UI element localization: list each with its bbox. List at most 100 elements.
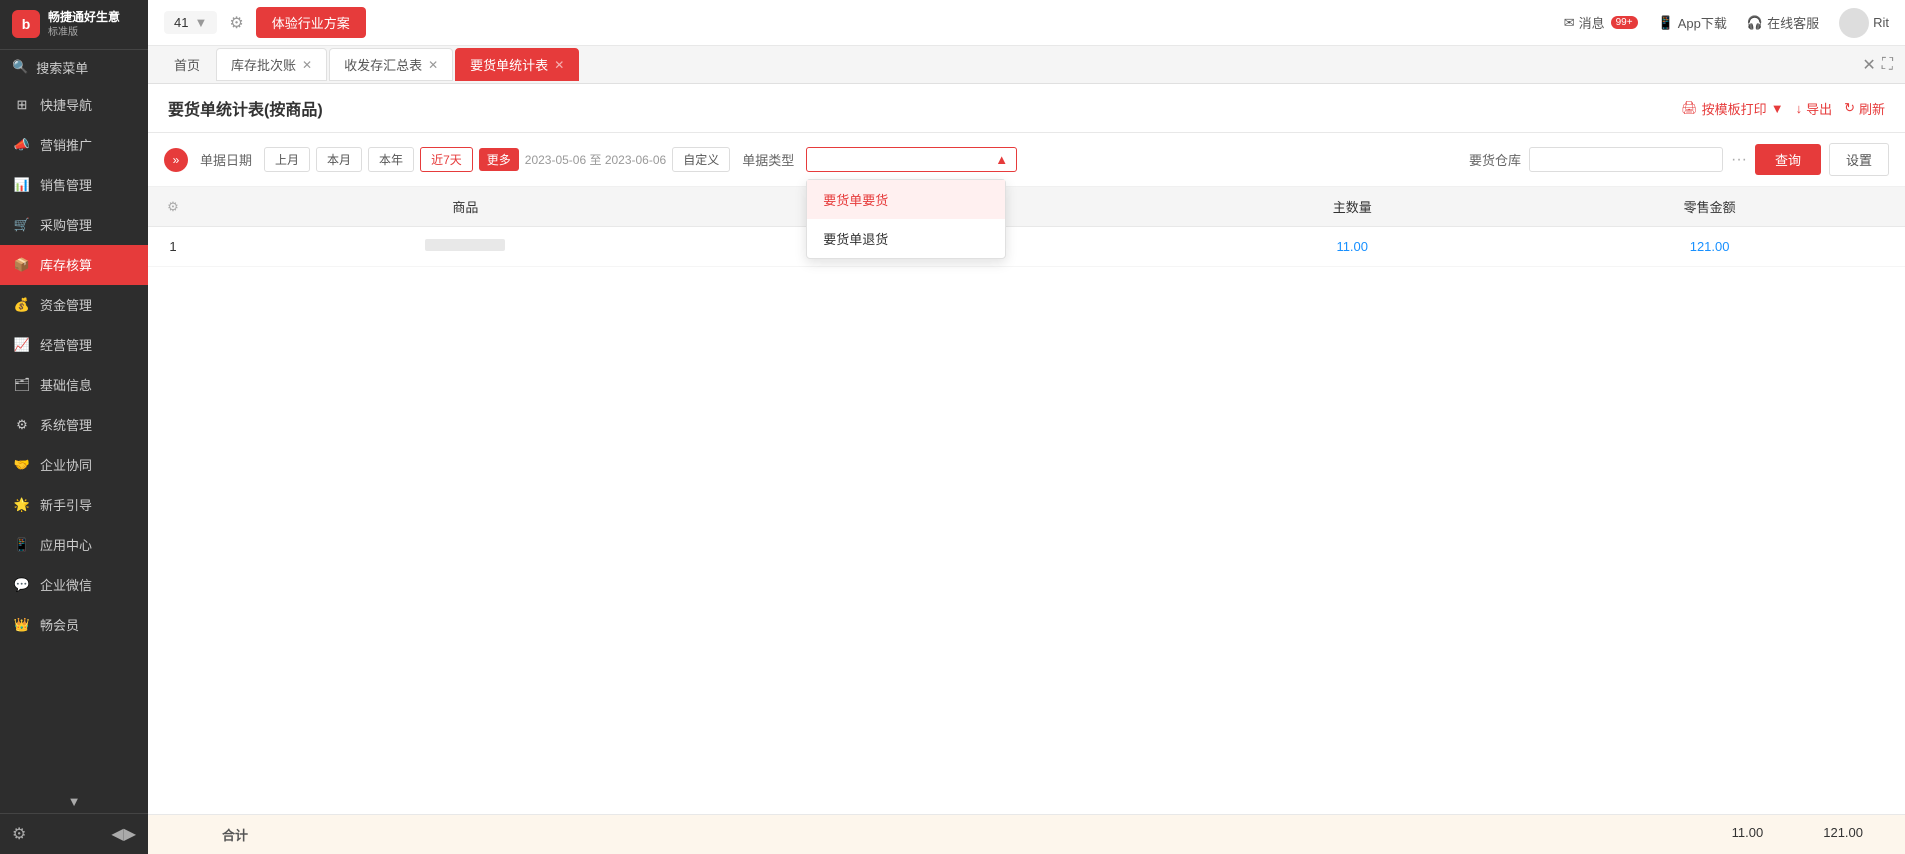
tab-inventory-batch[interactable]: 库存批次账 ✕ bbox=[216, 48, 327, 81]
sidebar: b 畅捷通好生意 标准版 🔍 搜索菜单 ⊞ 快捷导航 📣 营销推广 📊 销售管理… bbox=[0, 0, 148, 854]
sidebar-item-wechat[interactable]: 💬 企业微信 bbox=[0, 565, 148, 605]
tab-fullscreen-btn[interactable]: ⛶ bbox=[1882, 55, 1893, 75]
filter-more-icon[interactable]: ··· bbox=[1731, 151, 1747, 169]
sidebar-item-purchase[interactable]: 🛒 采购管理 bbox=[0, 205, 148, 245]
trial-btn[interactable]: 体验行业方案 bbox=[256, 7, 366, 38]
nav-icon-enterprise: 🤝 bbox=[12, 455, 32, 475]
filter-custom-btn[interactable]: 自定义 bbox=[672, 147, 730, 172]
tab-close-all-btn[interactable]: ✕ bbox=[1862, 55, 1875, 75]
print-arrow: ▼ bbox=[1771, 101, 1784, 116]
table-footer: 合计 11.00 121.00 bbox=[148, 814, 1905, 854]
tab-close-order-stats[interactable]: ✕ bbox=[554, 58, 564, 72]
filter-btn-this-year[interactable]: 本年 bbox=[368, 147, 414, 172]
sidebar-item-marketing[interactable]: 📣 营销推广 bbox=[0, 125, 148, 165]
print-btn[interactable]: 🖨 按模板打印 ▼ bbox=[1681, 99, 1783, 118]
filter-btn-last-month[interactable]: 上月 bbox=[264, 147, 310, 172]
store-selector[interactable]: 41 ▼ bbox=[164, 11, 217, 34]
filter-type-select[interactable]: ▲ bbox=[806, 147, 1017, 172]
cell-retail-amount[interactable]: 121.00 bbox=[1514, 227, 1905, 267]
tab-close-recv-summary[interactable]: ✕ bbox=[428, 58, 438, 72]
nav-icon-finance: 💰 bbox=[12, 295, 32, 315]
sidebar-bottom: ⚙ ◀▶ bbox=[0, 813, 148, 854]
tab-home[interactable]: 首页 bbox=[160, 49, 214, 80]
logo-text: 畅捷通好生意 标准版 bbox=[48, 10, 120, 39]
column-settings-icon[interactable]: ⚙ bbox=[167, 199, 179, 215]
setting-btn[interactable]: 设置 bbox=[1829, 143, 1889, 176]
filter-btn-this-month[interactable]: 本月 bbox=[316, 147, 362, 172]
settings-icon[interactable]: ⚙ bbox=[12, 824, 26, 844]
nav-icon-guide: 🌟 bbox=[12, 495, 32, 515]
user-item[interactable]: Rit bbox=[1839, 8, 1889, 38]
footer-retail-amount: 121.00 bbox=[1793, 825, 1893, 844]
collapse-icon[interactable]: ◀▶ bbox=[111, 824, 136, 844]
page-actions: 🖨 按模板打印 ▼ ↓ 导出 ↻ 刷新 bbox=[1681, 99, 1885, 118]
sidebar-item-inventory[interactable]: 📦 库存核算 bbox=[0, 245, 148, 285]
msg-item[interactable]: ✉ 消息 99+ bbox=[1564, 13, 1638, 32]
headset-icon: 🎧 bbox=[1747, 15, 1763, 31]
sidebar-item-operations[interactable]: 📈 经营管理 bbox=[0, 325, 148, 365]
footer-main-qty: 11.00 bbox=[1702, 825, 1794, 844]
data-table: ⚙ 商品 主计量单位 主数量 零售金额 1 bbox=[148, 187, 1905, 267]
export-icon: ↓ bbox=[1796, 101, 1803, 116]
store-dropdown-arrow: ▼ bbox=[194, 15, 207, 30]
export-btn[interactable]: ↓ 导出 bbox=[1796, 99, 1833, 118]
sidebar-item-quick-nav[interactable]: ⊞ 快捷导航 bbox=[0, 85, 148, 125]
tabbar: 首页 库存批次账 ✕ 收发存汇总表 ✕ 要货单统计表 ✕ ✕ ⛶ bbox=[148, 46, 1905, 84]
nav-icon-appcenter: 📱 bbox=[12, 535, 32, 555]
filter-btn-last-7days[interactable]: 近7天 bbox=[420, 147, 473, 172]
refresh-icon: ↻ bbox=[1844, 100, 1855, 116]
dropdown-item-order-goods[interactable]: 要货单要货 bbox=[807, 180, 1005, 219]
nav-icon-marketing: 📣 bbox=[12, 135, 32, 155]
filter-type-input[interactable] bbox=[815, 152, 991, 167]
msg-badge: 99+ bbox=[1611, 16, 1638, 29]
user-name: Rit bbox=[1873, 15, 1889, 30]
tab-order-stats[interactable]: 要货单统计表 ✕ bbox=[455, 48, 579, 81]
sidebar-item-finance[interactable]: 💰 资金管理 bbox=[0, 285, 148, 325]
sidebar-item-sales[interactable]: 📊 销售管理 bbox=[0, 165, 148, 205]
nav-icon-system: ⚙ bbox=[12, 415, 32, 435]
avatar bbox=[1839, 8, 1869, 38]
sidebar-scroll-down[interactable]: ▼ bbox=[0, 790, 148, 813]
nav-icon-quick-nav: ⊞ bbox=[12, 95, 32, 115]
nav-icon-operations: 📈 bbox=[12, 335, 32, 355]
warehouse-input[interactable] bbox=[1529, 147, 1723, 172]
cell-main-qty[interactable]: 11.00 bbox=[1190, 227, 1514, 267]
col-product: 商品 bbox=[198, 187, 733, 227]
filter-btn-more[interactable]: 更多 bbox=[479, 148, 519, 171]
app-logo: b 畅捷通好生意 标准版 bbox=[0, 0, 148, 50]
sidebar-item-basic[interactable]: 🗂 基础信息 bbox=[0, 365, 148, 405]
query-btn[interactable]: 查询 bbox=[1755, 144, 1821, 175]
app-download-item[interactable]: 📱 App下载 bbox=[1658, 13, 1727, 32]
sidebar-item-enterprise[interactable]: 🤝 企业协同 bbox=[0, 445, 148, 485]
tab-recv-summary[interactable]: 收发存汇总表 ✕ bbox=[329, 48, 453, 81]
sidebar-item-appcenter[interactable]: 📱 应用中心 bbox=[0, 525, 148, 565]
tab-close-inventory-batch[interactable]: ✕ bbox=[302, 58, 312, 72]
filter-bar: » 单据日期 上月 本月 本年 近7天 更多 2023-05-06 至 2023… bbox=[148, 133, 1905, 187]
topbar-gear-icon[interactable]: ⚙ bbox=[229, 13, 243, 33]
logo-icon: b bbox=[12, 10, 40, 38]
warehouse-label: 要货仓库 bbox=[1469, 150, 1521, 169]
sidebar-item-guide[interactable]: 🌟 新手引导 bbox=[0, 485, 148, 525]
table-row: 1 块 11.00 121.00 bbox=[148, 227, 1905, 267]
refresh-btn[interactable]: ↻ 刷新 bbox=[1844, 99, 1885, 118]
date-label: 单据日期 bbox=[200, 150, 252, 169]
cell-seq: 1 bbox=[148, 227, 198, 267]
filter-type-group: ▲ 要货单要货 要货单退货 bbox=[806, 147, 1017, 172]
filter-expand-btn[interactable]: » bbox=[164, 148, 188, 172]
col-settings: ⚙ bbox=[148, 187, 198, 227]
search-menu[interactable]: 🔍 搜索菜单 bbox=[0, 50, 148, 85]
product-name-placeholder bbox=[425, 239, 505, 251]
table-header-row: ⚙ 商品 主计量单位 主数量 零售金额 bbox=[148, 187, 1905, 227]
nav-icon-inventory: 📦 bbox=[12, 255, 32, 275]
nav-icon-member: 👑 bbox=[12, 615, 32, 635]
print-icon: 🖨 bbox=[1681, 100, 1698, 116]
filter-warehouse-group: 要货仓库 ··· 查询 设置 bbox=[1469, 143, 1889, 176]
dropdown-item-order-return[interactable]: 要货单退货 bbox=[807, 219, 1005, 258]
topbar: 41 ▼ ⚙ 体验行业方案 ✉ 消息 99+ 📱 App下载 🎧 在线客服 R bbox=[148, 0, 1905, 46]
service-item[interactable]: 🎧 在线客服 bbox=[1747, 13, 1819, 32]
phone-icon: 📱 bbox=[1658, 15, 1674, 31]
search-icon: 🔍 bbox=[12, 59, 28, 75]
topbar-left: 41 ▼ ⚙ 体验行业方案 bbox=[164, 7, 1564, 38]
sidebar-item-member[interactable]: 👑 畅会员 bbox=[0, 605, 148, 645]
sidebar-item-system[interactable]: ⚙ 系统管理 bbox=[0, 405, 148, 445]
